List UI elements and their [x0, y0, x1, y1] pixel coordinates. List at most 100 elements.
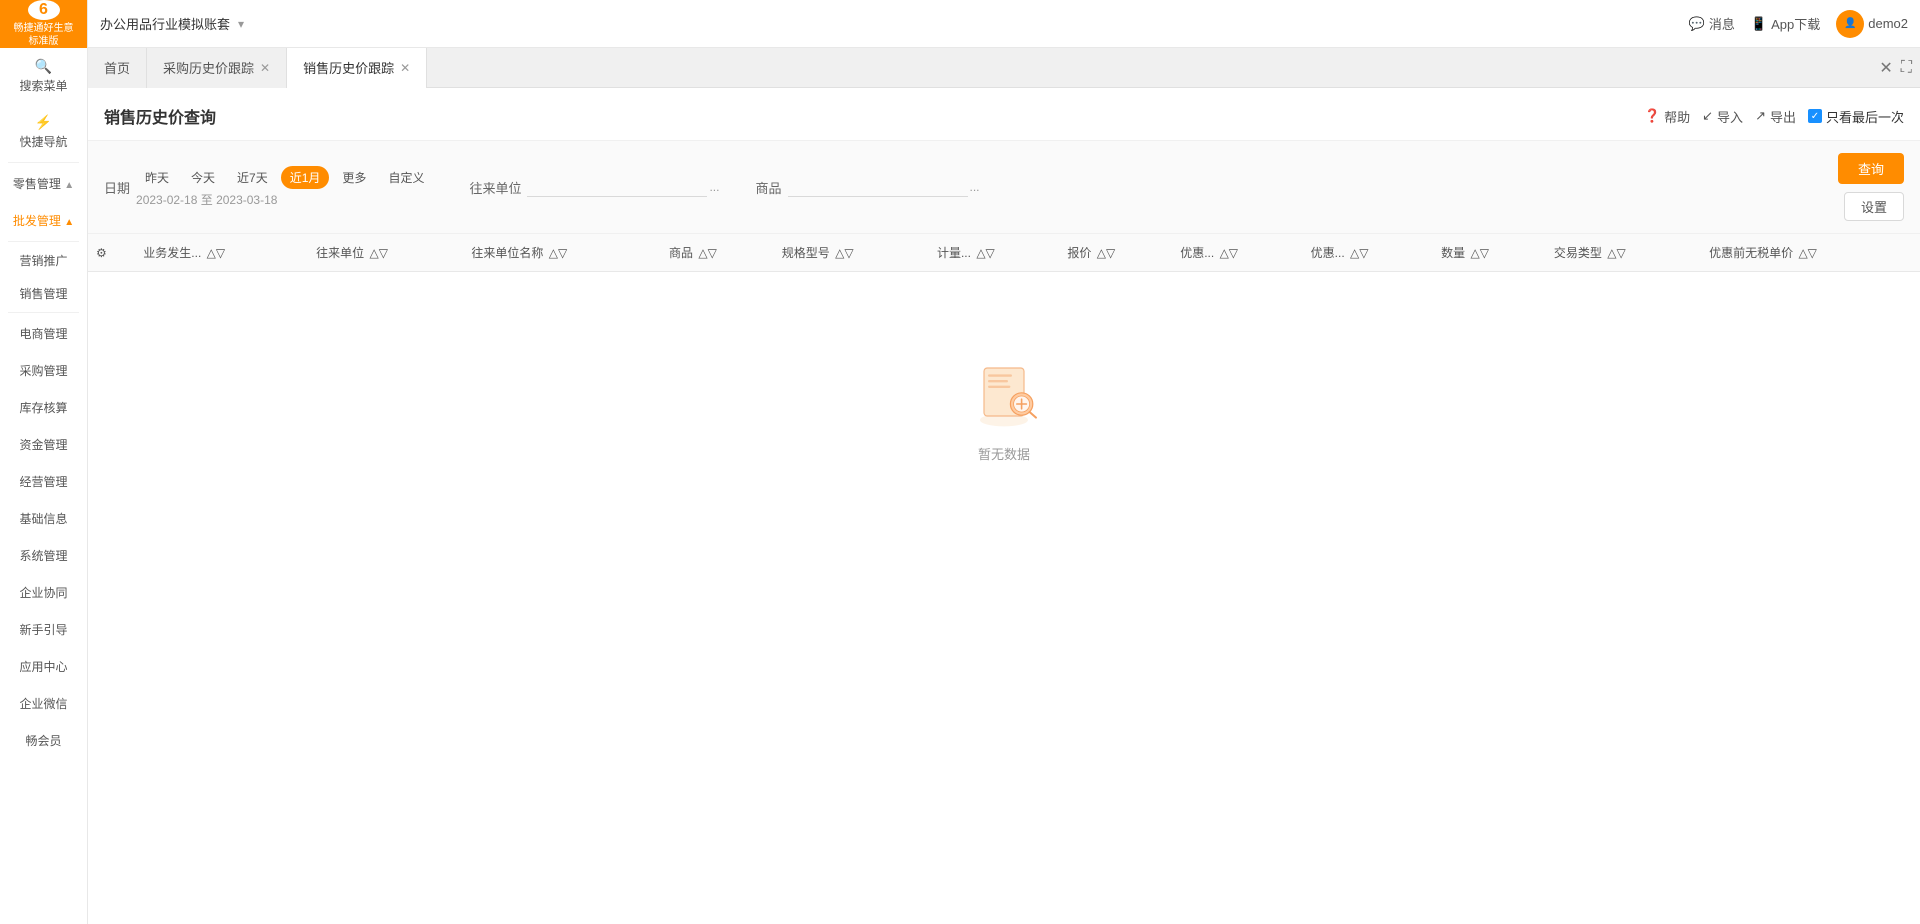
- topbar-left: 办公用品行业模拟账套 ▾: [100, 14, 244, 33]
- sort-unit[interactable]: △▽: [976, 246, 994, 260]
- setting-button[interactable]: 设置: [1844, 192, 1904, 221]
- sort-pretax-price[interactable]: △▽: [1798, 246, 1816, 260]
- filter-actions: 查询 设置: [1838, 153, 1904, 221]
- sidebar-item-finance[interactable]: 资金管理: [0, 426, 87, 463]
- sort-trade-type[interactable]: △▽: [1607, 246, 1625, 260]
- app-download-button[interactable]: 📱 App下载: [1751, 14, 1820, 33]
- sidebar-item-marketing[interactable]: 营销推广: [0, 244, 87, 277]
- filter-partner: 往来单位 ...: [469, 177, 719, 197]
- date-btn-custom[interactable]: 自定义: [379, 166, 433, 189]
- partner-filter-label: 往来单位: [469, 178, 521, 197]
- goods-input[interactable]: [788, 177, 968, 197]
- filter-area: 日期 昨天 今天 近7天 近1月 更多 自定义 2023-02-18 至 202…: [88, 141, 1920, 234]
- sort-discount2[interactable]: △▽: [1350, 246, 1368, 260]
- col-trade-type: 交易类型 △▽: [1546, 234, 1701, 272]
- col-quantity: 数量 △▽: [1433, 234, 1546, 272]
- tabbar-actions: ✕ ⛶: [1871, 58, 1920, 78]
- message-button[interactable]: 💬 消息: [1689, 14, 1735, 33]
- sidebar-item-retail[interactable]: 零售管理 ▲: [0, 165, 87, 202]
- topbar: 办公用品行业模拟账套 ▾ 💬 消息 📱 App下载 👤 demo2: [88, 0, 1920, 48]
- sort-biz-date[interactable]: △▽: [207, 246, 225, 260]
- tab-purchase-history-close[interactable]: ✕: [260, 62, 270, 74]
- date-range-display: 2023-02-18 至 2023-03-18: [136, 191, 433, 208]
- workspace-dropdown-icon[interactable]: ▾: [238, 17, 244, 31]
- message-icon: 💬: [1689, 16, 1705, 32]
- sidebar-item-member[interactable]: 畅会员: [0, 722, 87, 759]
- goods-filter-label: 商品: [755, 178, 781, 197]
- col-spec: 规格型号 △▽: [774, 234, 929, 272]
- date-filter-label: 日期: [104, 178, 130, 197]
- sidebar-item-apps[interactable]: 应用中心: [0, 648, 87, 685]
- tab-home-label: 首页: [104, 58, 130, 77]
- sidebar-item-search[interactable]: 🔍 搜索菜单: [0, 48, 87, 104]
- tabbar: 首页 采购历史价跟踪 ✕ 销售历史价跟踪 ✕ ✕ ⛶: [88, 48, 1920, 88]
- table-header-row: ⚙ 业务发生... △▽ 往来单位 △▽ 往来单位名称 △▽: [88, 234, 1920, 272]
- partner-input[interactable]: [527, 177, 707, 197]
- table-header: ⚙ 业务发生... △▽ 往来单位 △▽ 往来单位名称 △▽: [88, 234, 1920, 272]
- avatar: 👤: [1836, 10, 1864, 38]
- goods-input-wrap: ...: [788, 177, 980, 197]
- sidebar-item-shortcut[interactable]: ⚡ 快捷导航: [0, 104, 87, 160]
- sort-discount1[interactable]: △▽: [1220, 246, 1238, 260]
- sidebar-item-enterprise[interactable]: 企业协同: [0, 574, 87, 611]
- col-partner-code: 往来单位 △▽: [308, 234, 463, 272]
- import-icon: ↙: [1702, 108, 1713, 124]
- tab-purchase-history[interactable]: 采购历史价跟踪 ✕: [147, 48, 287, 88]
- sidebar-item-purchase[interactable]: 采购管理: [0, 352, 87, 389]
- user-profile[interactable]: 👤 demo2: [1836, 10, 1908, 38]
- tab-sales-history-close[interactable]: ✕: [400, 62, 410, 74]
- export-button[interactable]: ↗ 导出: [1755, 107, 1796, 126]
- date-btn-1month[interactable]: 近1月: [281, 166, 330, 189]
- tab-close-all-button[interactable]: ✕: [1879, 58, 1892, 78]
- tab-sales-history[interactable]: 销售历史价跟踪 ✕: [287, 48, 427, 88]
- col-settings: ⚙: [88, 234, 135, 272]
- col-pretax-price: 优惠前无税单价 △▽: [1701, 234, 1920, 272]
- tab-maximize-button[interactable]: ⛶: [1901, 59, 1912, 77]
- sort-quantity[interactable]: △▽: [1470, 246, 1488, 260]
- filter-row: 日期 昨天 今天 近7天 近1月 更多 自定义 2023-02-18 至 202…: [104, 153, 1904, 221]
- col-discount2: 优惠... △▽: [1303, 234, 1433, 272]
- sidebar-item-wholesale[interactable]: 批发管理 ▲: [0, 202, 87, 239]
- table-wrap: ⚙ 业务发生... △▽ 往来单位 △▽ 往来单位名称 △▽: [88, 234, 1920, 543]
- empty-text: 暂无数据: [978, 444, 1030, 463]
- col-biz-date: 业务发生... △▽: [135, 234, 308, 272]
- query-button[interactable]: 查询: [1838, 153, 1904, 184]
- sort-quote-price[interactable]: △▽: [1097, 246, 1115, 260]
- sidebar-item-operations[interactable]: 经营管理: [0, 463, 87, 500]
- page-title: 销售历史价查询: [104, 104, 216, 128]
- settings-gear-icon[interactable]: ⚙: [96, 246, 107, 260]
- app-logo[interactable]: 6 畅捷通好生意 标准版: [0, 0, 87, 48]
- only-last-checkbox[interactable]: ✓ 只看最后一次: [1808, 107, 1904, 126]
- checkbox-icon: ✓: [1808, 109, 1822, 123]
- col-goods: 商品 △▽: [661, 234, 774, 272]
- sidebar-item-sales[interactable]: 销售管理: [0, 277, 87, 310]
- partner-input-wrap: ...: [527, 177, 719, 197]
- sort-partner-name[interactable]: △▽: [549, 246, 567, 260]
- filter-date: 日期 昨天 今天 近7天 近1月 更多 自定义 2023-02-18 至 202…: [104, 166, 433, 208]
- sidebar-item-ecommerce[interactable]: 电商管理: [0, 315, 87, 352]
- filter-goods: 商品 ...: [755, 177, 979, 197]
- sidebar-item-basic[interactable]: 基础信息: [0, 500, 87, 537]
- date-btn-more[interactable]: 更多: [333, 166, 375, 189]
- export-icon: ↗: [1755, 108, 1766, 124]
- sidebar-item-inventory[interactable]: 库存核算: [0, 389, 87, 426]
- main-area: 办公用品行业模拟账套 ▾ 💬 消息 📱 App下载 👤 demo2 首页: [88, 0, 1920, 924]
- sidebar-item-system[interactable]: 系统管理: [0, 537, 87, 574]
- app-logo-text: 畅捷通好生意 标准版: [14, 22, 74, 48]
- help-button[interactable]: ❓ 帮助: [1644, 107, 1690, 126]
- import-button[interactable]: ↙ 导入: [1702, 107, 1743, 126]
- sort-spec[interactable]: △▽: [835, 246, 853, 260]
- sidebar: 6 畅捷通好生意 标准版 🔍 搜索菜单 ⚡ 快捷导航 零售管理 ▲ 批发管理 ▲…: [0, 0, 88, 924]
- tab-home[interactable]: 首页: [88, 48, 147, 88]
- date-btn-today[interactable]: 今天: [182, 166, 224, 189]
- date-btn-7days[interactable]: 近7天: [228, 166, 277, 189]
- content-area: 销售历史价查询 ❓ 帮助 ↙ 导入 ↗ 导出 ✓ 只看最后一次: [88, 88, 1920, 924]
- sidebar-item-guide[interactable]: 新手引导: [0, 611, 87, 648]
- sidebar-item-wechat[interactable]: 企业微信: [0, 685, 87, 722]
- sidebar-divider-2: [8, 241, 79, 242]
- goods-dots[interactable]: ...: [970, 180, 980, 194]
- date-btn-yesterday[interactable]: 昨天: [136, 166, 178, 189]
- sort-goods[interactable]: △▽: [698, 246, 716, 260]
- sort-partner-code[interactable]: △▽: [370, 246, 388, 260]
- partner-dots[interactable]: ...: [709, 180, 719, 194]
